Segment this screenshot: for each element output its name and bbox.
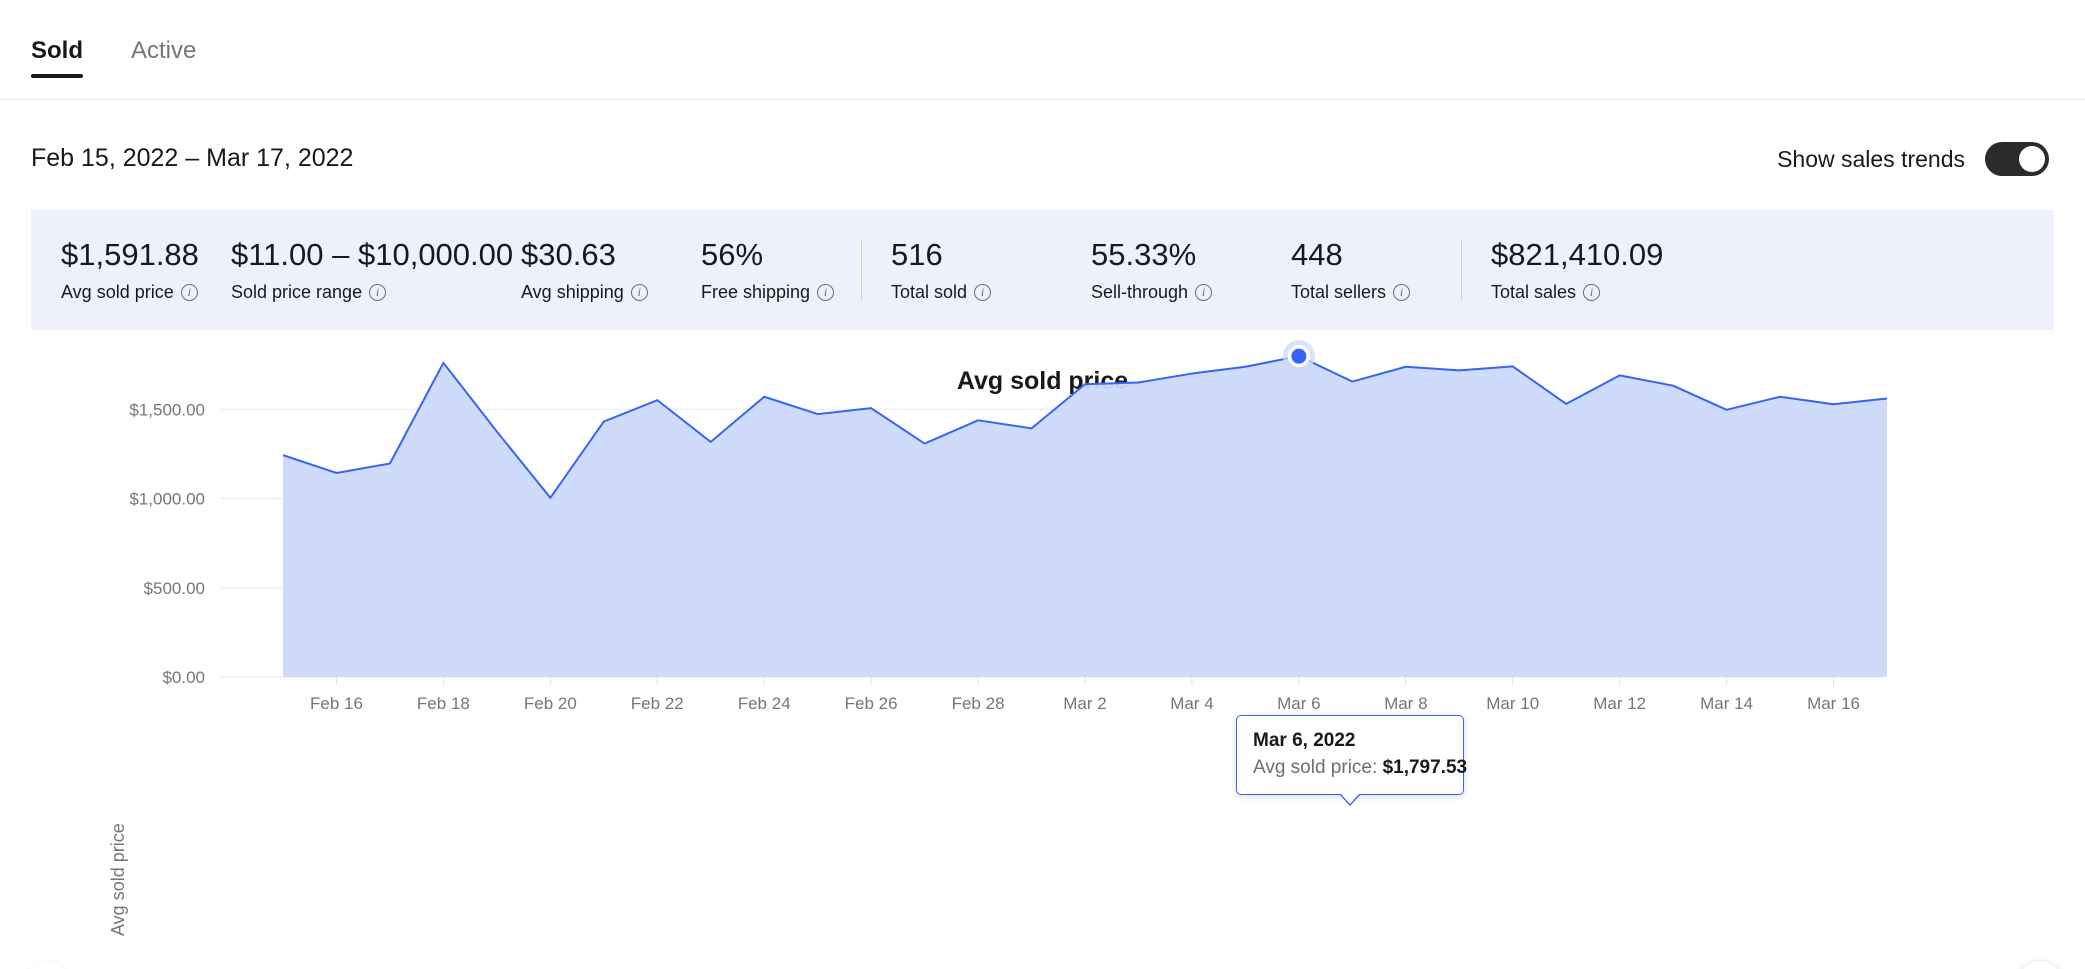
tab-list: Sold Active [31, 36, 196, 78]
chart-plot: $0.00$500.00$1,000.00$1,500.00$2,000.00F… [129, 340, 1888, 713]
info-icon[interactable]: i [974, 283, 992, 301]
chart-x-tick-label: Mar 12 [1593, 694, 1646, 713]
info-icon[interactable]: i [630, 283, 648, 301]
chart-y-tick-label: $500.00 [144, 579, 205, 598]
sales-trends-page: Sold Active Feb 15, 2022 – Mar 17, 2022 … [0, 0, 2085, 969]
show-sales-trends-toggle[interactable] [1985, 142, 2049, 176]
metric-label-text: Total sold [891, 282, 968, 302]
tooltip-pointer-inner [1340, 793, 1360, 804]
info-icon[interactable]: i [1393, 283, 1411, 301]
tooltip-metric-value: $1,797.53 [1382, 757, 1468, 778]
metric-label-text: Avg shipping [521, 282, 624, 302]
metric-label-text: Sold price range [231, 282, 363, 302]
chart-y-tick-label: $1,000.00 [129, 490, 205, 509]
tab-sold[interactable]: Sold [31, 36, 83, 78]
chart-x-tick-label: Feb 18 [417, 694, 470, 713]
metrics-bar: $1,591.88 Avg sold price i $11.00 – $10,… [31, 210, 2054, 330]
metric-label: Sell-through i [1091, 280, 1261, 304]
metric-label: Avg shipping i [521, 280, 671, 304]
chart-x-tick-label: Feb 22 [631, 694, 684, 713]
metric-value: $821,410.09 [1491, 237, 1664, 272]
metric-label: Avg sold price i [61, 280, 201, 304]
tooltip-metric: Avg sold price: $1,797.53 [1253, 756, 1467, 780]
chart-y-tick-label: $0.00 [162, 668, 205, 687]
metric-label-text: Sell-through [1091, 282, 1189, 302]
show-sales-trends-label: Show sales trends [1777, 146, 1965, 172]
metric-value: $30.63 [521, 237, 616, 272]
toggle-knob [2019, 146, 2045, 172]
metric-value: $11.00 – $10,000.00 [231, 237, 514, 272]
metric-avg-shipping: $30.63 Avg shipping i [491, 236, 671, 304]
chart-x-tick-label: Feb 16 [310, 694, 363, 713]
info-icon[interactable]: i [817, 283, 835, 301]
metric-label-text: Avg sold price [61, 282, 174, 302]
metric-value: 516 [891, 237, 943, 272]
metric-label-text: Total sellers [1291, 282, 1387, 302]
metric-free-shipping: 56% Free shipping i [671, 236, 861, 304]
info-icon[interactable]: i [1583, 283, 1601, 301]
chart-active-point[interactable] [1291, 348, 1307, 364]
metric-label-text: Total sales [1491, 282, 1577, 302]
metric-label: Total sellers i [1291, 280, 1461, 304]
metric-avg-sold-price: $1,591.88 Avg sold price i [31, 236, 201, 304]
metric-label: Free shipping i [701, 280, 861, 304]
chart-x-tick-label: Mar 6 [1277, 694, 1320, 713]
metric-value: 55.33% [1091, 237, 1197, 272]
chart-x-tick-label: Mar 2 [1063, 694, 1106, 713]
chart-x-tick-label: Feb 26 [845, 694, 898, 713]
tooltip-date: Mar 6, 2022 [1253, 730, 1356, 751]
chart-x-tick-label: Mar 10 [1486, 694, 1539, 713]
chart-x-tick-label: Mar 8 [1384, 694, 1427, 713]
metric-total-sellers: 448 Total sellers i [1261, 236, 1461, 304]
metric-label: Total sales i [1491, 280, 1711, 304]
date-range-label: Feb 15, 2022 – Mar 17, 2022 [31, 144, 354, 172]
show-sales-trends-control[interactable]: Show sales trends [1777, 142, 2049, 176]
metric-value: 56% [701, 237, 764, 272]
chart-x-tick-label: Mar 14 [1700, 694, 1753, 713]
metric-sold-price-range: $11.00 – $10,000.00 Sold price range i [201, 236, 514, 304]
metric-value: 448 [1291, 237, 1343, 272]
metric-total-sales: $821,410.09 Total sales i [1461, 236, 1711, 304]
metric-value: $1,591.88 [61, 237, 199, 272]
chart-x-tick-label: Mar 16 [1807, 694, 1860, 713]
metric-sell-through: 55.33% Sell-through i [1061, 236, 1261, 304]
tab-active[interactable]: Active [131, 36, 196, 78]
tooltip-metric-label: Avg sold price: [1253, 757, 1378, 778]
date-and-toggle-row: Feb 15, 2022 – Mar 17, 2022 Show sales t… [0, 100, 2085, 198]
avg-sold-price-chart: Avg sold price Avg sold price $0.00 $500.… [0, 340, 2085, 969]
chart-y-tick-label: $1,500.00 [129, 400, 205, 419]
chart-x-tick-label: Mar 4 [1170, 694, 1213, 713]
metric-label: Total sold i [891, 280, 1061, 304]
metric-label: Sold price range i [231, 280, 491, 304]
chart-x-tick-label: Feb 20 [524, 694, 577, 713]
metric-total-sold: 516 Total sold i [861, 236, 1061, 304]
tab-bar: Sold Active [0, 0, 2085, 100]
chart-area-fill [283, 356, 1887, 677]
chart-x-tick-label: Feb 24 [738, 694, 791, 713]
info-icon[interactable]: i [1195, 283, 1213, 301]
info-icon[interactable]: i [180, 283, 198, 301]
info-icon[interactable]: i [369, 283, 387, 301]
metric-label-text: Free shipping [701, 282, 811, 302]
chart-x-tick-label: Feb 28 [952, 694, 1005, 713]
chart-tooltip: Mar 6, 2022 Avg sold price: $1,797.53 [1236, 715, 1467, 806]
